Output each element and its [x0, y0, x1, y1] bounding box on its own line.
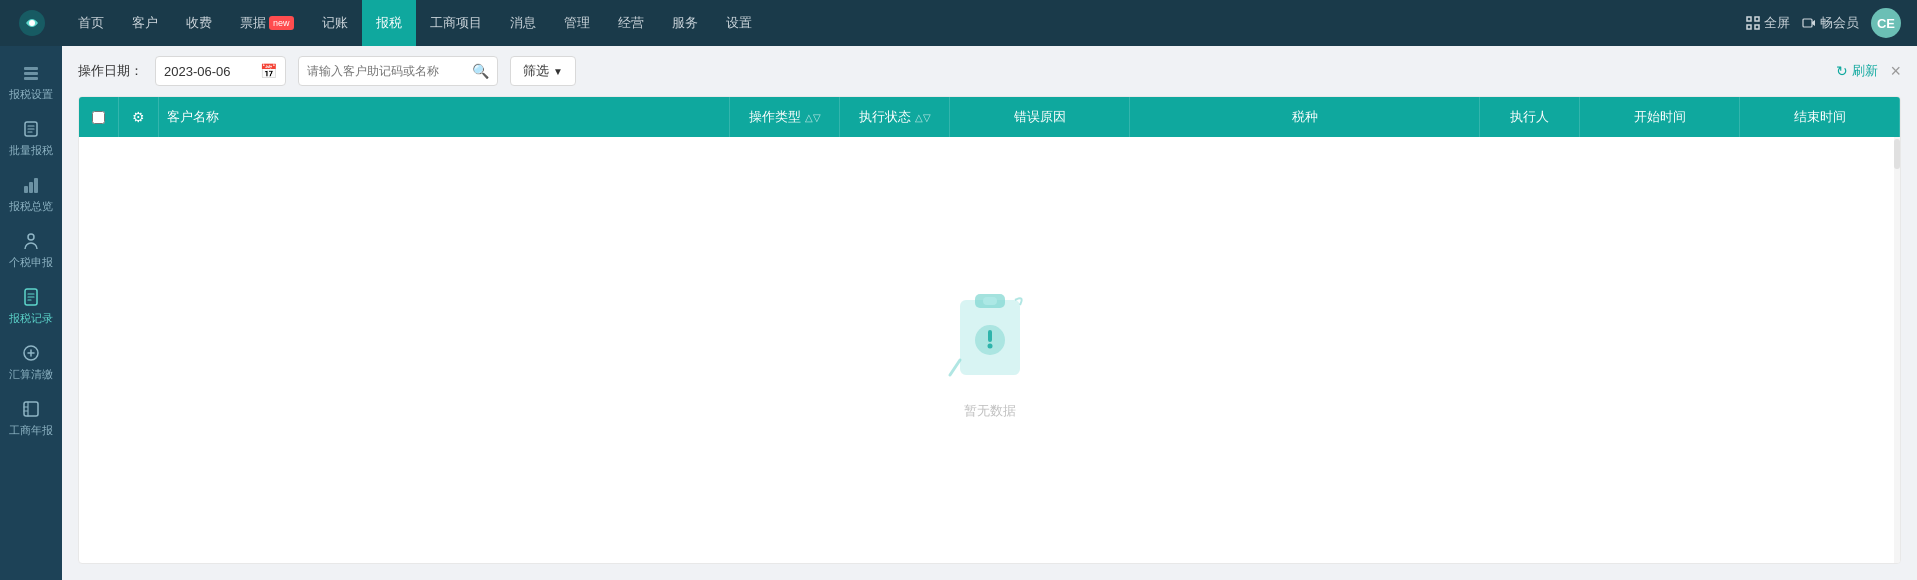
svg-rect-4	[1747, 25, 1751, 29]
svg-rect-17	[24, 402, 38, 416]
svg-line-25	[950, 360, 960, 375]
th-exec-status[interactable]: 执行状态 △▽	[840, 97, 950, 137]
content-area: 操作日期： 📅 🔍 筛选 ▼ ↻ 刷新 ×	[62, 46, 1917, 580]
th-error-reason: 错误原因	[950, 97, 1130, 137]
th-client-name: 客户名称	[159, 97, 730, 137]
tax-person-icon	[20, 230, 42, 252]
sidebar: 报税设置 批量报税 报税总览	[0, 46, 62, 580]
search-wrap[interactable]: 🔍	[298, 56, 498, 86]
nav-tax[interactable]: 报税	[362, 0, 416, 46]
fullscreen-icon	[1746, 16, 1760, 30]
svg-rect-23	[988, 330, 992, 342]
fullscreen-button[interactable]: 全屏	[1746, 14, 1790, 32]
date-field[interactable]	[164, 64, 254, 79]
date-input[interactable]: 📅	[155, 56, 286, 86]
overview-icon	[20, 174, 42, 196]
chevron-down-icon: ▼	[553, 66, 563, 77]
table-body: 暂无数据	[79, 137, 1900, 563]
main-layout: 报税设置 批量报税 报税总览	[0, 46, 1917, 580]
new-badge: new	[269, 16, 294, 31]
svg-rect-5	[1755, 25, 1759, 29]
svg-rect-6	[1803, 19, 1812, 27]
annual-report-icon	[20, 398, 42, 420]
th-tax-type: 税种	[1130, 97, 1480, 137]
select-all-checkbox[interactable]	[92, 111, 105, 124]
member-button[interactable]: 畅会员	[1802, 14, 1859, 32]
sort-icon: △▽	[805, 112, 821, 123]
record-icon	[20, 286, 42, 308]
settings-icon	[20, 62, 42, 84]
sidebar-item-overview[interactable]: 报税总览	[0, 166, 62, 222]
nav-fee[interactable]: 收费	[172, 0, 226, 46]
sidebar-item-settlement[interactable]: 汇算清缴	[0, 334, 62, 390]
nav-business[interactable]: 工商项目	[416, 0, 496, 46]
svg-rect-11	[24, 186, 28, 193]
th-settings[interactable]: ⚙	[119, 97, 159, 137]
svg-rect-9	[24, 77, 38, 80]
nav-home[interactable]: 首页	[64, 0, 118, 46]
svg-rect-13	[34, 178, 38, 193]
svg-point-14	[28, 234, 34, 240]
refresh-button[interactable]: ↻ 刷新	[1836, 62, 1878, 80]
calendar-icon: 📅	[260, 63, 277, 79]
nav-settings[interactable]: 设置	[712, 0, 766, 46]
svg-rect-2	[1747, 17, 1751, 21]
nav-client[interactable]: 客户	[118, 0, 172, 46]
search-input[interactable]	[307, 64, 466, 78]
sidebar-item-personal-tax[interactable]: 个税申报	[0, 222, 62, 278]
empty-text: 暂无数据	[964, 402, 1016, 420]
gear-icon: ⚙	[132, 109, 145, 125]
nav-invoice[interactable]: 票据 new	[226, 0, 308, 46]
toolbar: 操作日期： 📅 🔍 筛选 ▼ ↻ 刷新 ×	[62, 46, 1917, 96]
svg-rect-12	[29, 182, 33, 193]
th-executor: 执行人	[1480, 97, 1580, 137]
table-header: ⚙ 客户名称 操作类型 △▽ 执行状态 △▽ 错误原因 税种	[79, 97, 1900, 137]
nav-message[interactable]: 消息	[496, 0, 550, 46]
empty-state: 暂无数据	[920, 260, 1060, 440]
svg-rect-7	[24, 67, 38, 70]
refresh-icon: ↻	[1836, 63, 1848, 79]
th-end-time: 结束时间	[1740, 97, 1900, 137]
date-label: 操作日期：	[78, 62, 143, 80]
sidebar-item-tax-record[interactable]: 报税记录	[0, 278, 62, 334]
svg-point-1	[29, 20, 35, 26]
close-button[interactable]: ×	[1890, 62, 1901, 80]
svg-rect-3	[1755, 17, 1759, 21]
top-navigation: 首页 客户 收费 票据 new 记账 报税 工商项目 消息 管理 经营 服务 设…	[0, 0, 1917, 46]
empty-illustration	[940, 280, 1040, 390]
sidebar-item-batch-tax[interactable]: 批量报税	[0, 110, 62, 166]
scrollbar-thumb[interactable]	[1894, 139, 1900, 169]
search-icon: 🔍	[472, 63, 489, 79]
scrollbar[interactable]	[1894, 137, 1900, 563]
filter-button[interactable]: 筛选 ▼	[510, 56, 576, 86]
svg-rect-21	[983, 297, 997, 305]
sidebar-item-tax-settings[interactable]: 报税设置	[0, 54, 62, 110]
nav-manage[interactable]: 管理	[550, 0, 604, 46]
settlement-icon	[20, 342, 42, 364]
th-start-time: 开始时间	[1580, 97, 1740, 137]
avatar[interactable]: CE	[1871, 8, 1901, 38]
table: ⚙ 客户名称 操作类型 △▽ 执行状态 △▽ 错误原因 税种	[78, 96, 1901, 564]
nav-operation[interactable]: 经营	[604, 0, 658, 46]
svg-rect-8	[24, 72, 38, 75]
nav-right: 全屏 畅会员 CE	[1746, 8, 1901, 38]
batch-icon	[20, 118, 42, 140]
sort-icon: △▽	[915, 112, 931, 123]
nav-bookkeeping[interactable]: 记账	[308, 0, 362, 46]
nav-items: 首页 客户 收费 票据 new 记账 报税 工商项目 消息 管理 经营 服务 设…	[64, 0, 1746, 46]
svg-point-24	[987, 344, 992, 349]
th-op-type[interactable]: 操作类型 △▽	[730, 97, 840, 137]
th-checkbox[interactable]	[79, 97, 119, 137]
nav-service[interactable]: 服务	[658, 0, 712, 46]
sidebar-item-annual-report[interactable]: 工商年报	[0, 390, 62, 446]
video-icon	[1802, 16, 1816, 30]
app-logo[interactable]	[16, 7, 48, 39]
